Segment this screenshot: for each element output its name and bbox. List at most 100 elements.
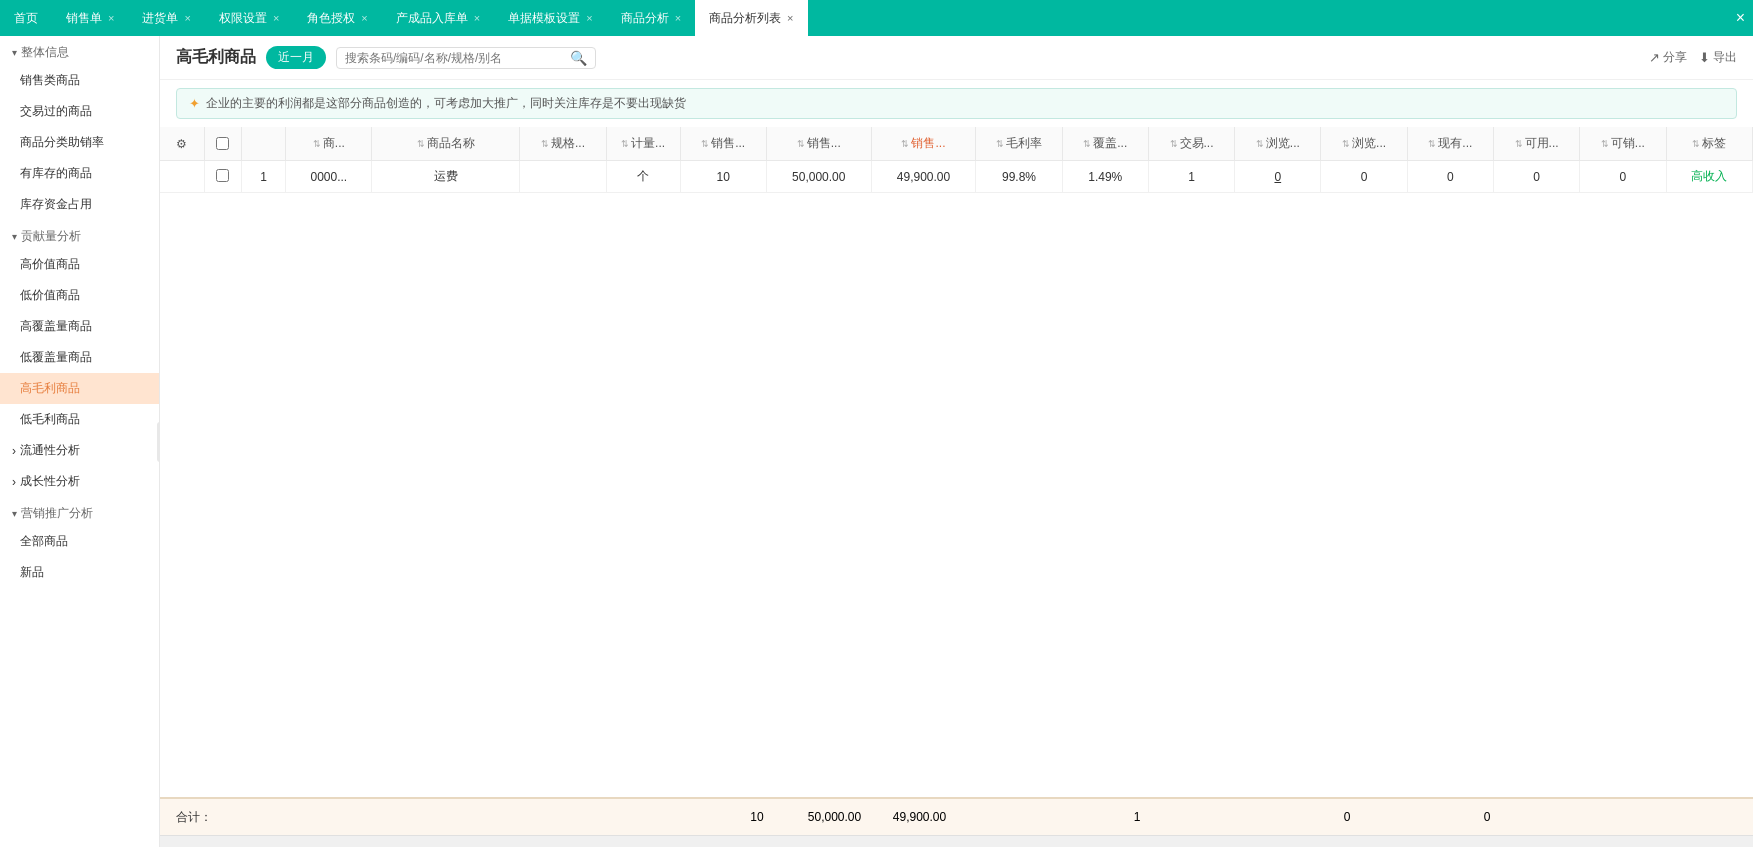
col-sales-profit[interactable]: ⇅销售... xyxy=(871,127,976,161)
col-name[interactable]: ⇅商品名称 xyxy=(372,127,520,161)
cell-name: 运费 xyxy=(372,161,520,193)
sort-icon-transaction: ⇅ xyxy=(1170,139,1178,149)
sort-icon-browse1: ⇅ xyxy=(1256,139,1264,149)
col-sales-count[interactable]: ⇅销售... xyxy=(680,127,766,161)
header-actions: ↗ 分享 ⬇ 导出 xyxy=(1649,49,1737,66)
close-product-analysis[interactable]: × xyxy=(675,12,681,24)
table-row: 1 0000... 运费 个 10 50,000.00 49,900.00 99… xyxy=(160,161,1753,193)
close-sales-order[interactable]: × xyxy=(108,12,114,24)
sidebar-section-overall[interactable]: ▾ 整体信息 xyxy=(0,36,159,65)
sidebar-item-low-margin[interactable]: 低毛利商品 xyxy=(0,404,159,435)
close-window-button[interactable]: × xyxy=(1736,9,1745,27)
footer-stock-saleable: 0 xyxy=(1452,810,1522,824)
sidebar-item-traded-goods[interactable]: 交易过的商品 xyxy=(0,96,159,127)
row-checkbox[interactable] xyxy=(216,169,229,182)
search-icon[interactable]: 🔍 xyxy=(570,50,587,66)
arrow-liquidity: › xyxy=(12,444,16,458)
sidebar-item-all-goods[interactable]: 全部商品 xyxy=(0,526,159,557)
cell-checkbox[interactable] xyxy=(204,161,241,193)
sidebar-item-high-margin[interactable]: 高毛利商品 xyxy=(0,373,159,404)
arrow-growth: › xyxy=(12,475,16,489)
nav-permission-settings[interactable]: 权限设置 × xyxy=(205,0,293,36)
sidebar-item-low-coverage[interactable]: 低覆盖量商品 xyxy=(0,342,159,373)
sort-icon-sales-amount: ⇅ xyxy=(797,139,805,149)
footer-row: 合计： 10 50,000.00 49,900.00 1 0 0 xyxy=(160,797,1753,835)
col-coverage[interactable]: ⇅覆盖... xyxy=(1062,127,1148,161)
col-gross-margin[interactable]: ⇅毛利率 xyxy=(976,127,1062,161)
col-unit[interactable]: ⇅计量... xyxy=(606,127,680,161)
sidebar-item-in-stock[interactable]: 有库存的商品 xyxy=(0,158,159,189)
sidebar-item-category-rate[interactable]: 商品分类助销率 xyxy=(0,127,159,158)
select-all-checkbox[interactable] xyxy=(216,137,229,150)
sort-icon-spec: ⇅ xyxy=(541,139,549,149)
arrow-marketing: ▾ xyxy=(12,508,17,519)
cell-sales-profit: 49,900.00 xyxy=(871,161,976,193)
info-banner: ✦ 企业的主要的利润都是这部分商品创造的，可考虑加大推广，同时关注库存是不要出现… xyxy=(176,88,1737,119)
content-header: 高毛利商品 近一月 🔍 ↗ 分享 ⬇ 导出 xyxy=(160,36,1753,80)
nav-product-analysis-list[interactable]: 商品分析列表 × xyxy=(695,0,807,36)
nav-product-analysis[interactable]: 商品分析 × xyxy=(607,0,695,36)
search-box: 🔍 xyxy=(336,47,596,69)
col-sales-amount[interactable]: ⇅销售... xyxy=(766,127,871,161)
total-label: 合计： xyxy=(176,809,336,826)
close-product-analysis-list[interactable]: × xyxy=(787,12,793,24)
nav-role-auth[interactable]: 角色授权 × xyxy=(293,0,381,36)
col-spec[interactable]: ⇅规格... xyxy=(520,127,606,161)
sort-icon-stock-available: ⇅ xyxy=(1515,139,1523,149)
scroll-bar[interactable] xyxy=(160,835,1753,847)
col-stock-saleable[interactable]: ⇅可销... xyxy=(1580,127,1666,161)
tip-icon: ✦ xyxy=(189,96,200,111)
sidebar-toggle[interactable]: 《 xyxy=(157,422,160,462)
footer-sales-amount: 50,000.00 xyxy=(792,810,877,824)
arrow-overall: ▾ xyxy=(12,47,17,58)
main-layout: 《 ▾ 整体信息 销售类商品 交易过的商品 商品分类助销率 有库存的商品 库存资… xyxy=(0,36,1753,847)
sidebar-section-growth[interactable]: › 成长性分析 xyxy=(0,466,159,497)
cell-stock-saleable: 0 xyxy=(1580,161,1666,193)
col-settings[interactable]: ⚙ xyxy=(160,127,204,161)
table-header-row: ⚙ ⇅商... ⇅商品名称 xyxy=(160,127,1753,161)
sort-icon-name: ⇅ xyxy=(417,139,425,149)
sidebar-item-sales-goods[interactable]: 销售类商品 xyxy=(0,65,159,96)
sort-icon-stock-saleable: ⇅ xyxy=(1601,139,1609,149)
export-button[interactable]: ⬇ 导出 xyxy=(1699,49,1737,66)
footer-cells: 10 50,000.00 49,900.00 1 0 0 xyxy=(336,810,1737,824)
close-purchase-order[interactable]: × xyxy=(184,12,190,24)
col-code[interactable]: ⇅商... xyxy=(286,127,372,161)
col-browse1[interactable]: ⇅浏览... xyxy=(1235,127,1321,161)
sidebar-section-liquidity[interactable]: › 流通性分析 xyxy=(0,435,159,466)
footer-sales-profit: 49,900.00 xyxy=(877,810,962,824)
close-permission-settings[interactable]: × xyxy=(273,12,279,24)
col-tag[interactable]: ⇅标签 xyxy=(1666,127,1753,161)
col-stock-current[interactable]: ⇅现有... xyxy=(1407,127,1493,161)
close-role-auth[interactable]: × xyxy=(361,12,367,24)
sidebar-item-stock-capital[interactable]: 库存资金占用 xyxy=(0,189,159,220)
content-area: 高毛利商品 近一月 🔍 ↗ 分享 ⬇ 导出 ✦ 企业的主要的利润都是这部分商品创… xyxy=(160,36,1753,847)
nav-finished-goods[interactable]: 产成品入库单 × xyxy=(382,0,494,36)
top-nav: 首页 销售单 × 进货单 × 权限设置 × 角色授权 × 产成品入库单 × 单据… xyxy=(0,0,1753,36)
sidebar-section-marketing[interactable]: ▾ 营销推广分析 xyxy=(0,497,159,526)
nav-home[interactable]: 首页 xyxy=(0,0,52,36)
col-transaction[interactable]: ⇅交易... xyxy=(1148,127,1234,161)
table-wrapper[interactable]: ⚙ ⇅商... ⇅商品名称 xyxy=(160,127,1753,797)
data-table: ⚙ ⇅商... ⇅商品名称 xyxy=(160,127,1753,193)
filter-button[interactable]: 近一月 xyxy=(266,46,326,69)
close-finished-goods[interactable]: × xyxy=(474,12,480,24)
sidebar-item-new-goods[interactable]: 新品 xyxy=(0,557,159,588)
sidebar-section-contribution[interactable]: ▾ 贡献量分析 xyxy=(0,220,159,249)
nav-purchase-order[interactable]: 进货单 × xyxy=(128,0,204,36)
sort-icon-sales-profit: ⇅ xyxy=(901,139,909,149)
col-browse2[interactable]: ⇅浏览... xyxy=(1321,127,1407,161)
nav-sales-order[interactable]: 销售单 × xyxy=(52,0,128,36)
sidebar-item-low-value[interactable]: 低价值商品 xyxy=(0,280,159,311)
cell-stock-available: 0 xyxy=(1493,161,1579,193)
col-stock-available[interactable]: ⇅可用... xyxy=(1493,127,1579,161)
sidebar-item-high-coverage[interactable]: 高覆盖量商品 xyxy=(0,311,159,342)
close-template-settings[interactable]: × xyxy=(586,12,592,24)
share-button[interactable]: ↗ 分享 xyxy=(1649,49,1687,66)
nav-template-settings[interactable]: 单据模板设置 × xyxy=(494,0,606,36)
sidebar-item-high-value[interactable]: 高价值商品 xyxy=(0,249,159,280)
cell-sales-count: 10 xyxy=(680,161,766,193)
col-checkbox[interactable] xyxy=(204,127,241,161)
cell-browse1[interactable]: 0 xyxy=(1235,161,1321,193)
search-input[interactable] xyxy=(345,51,570,65)
